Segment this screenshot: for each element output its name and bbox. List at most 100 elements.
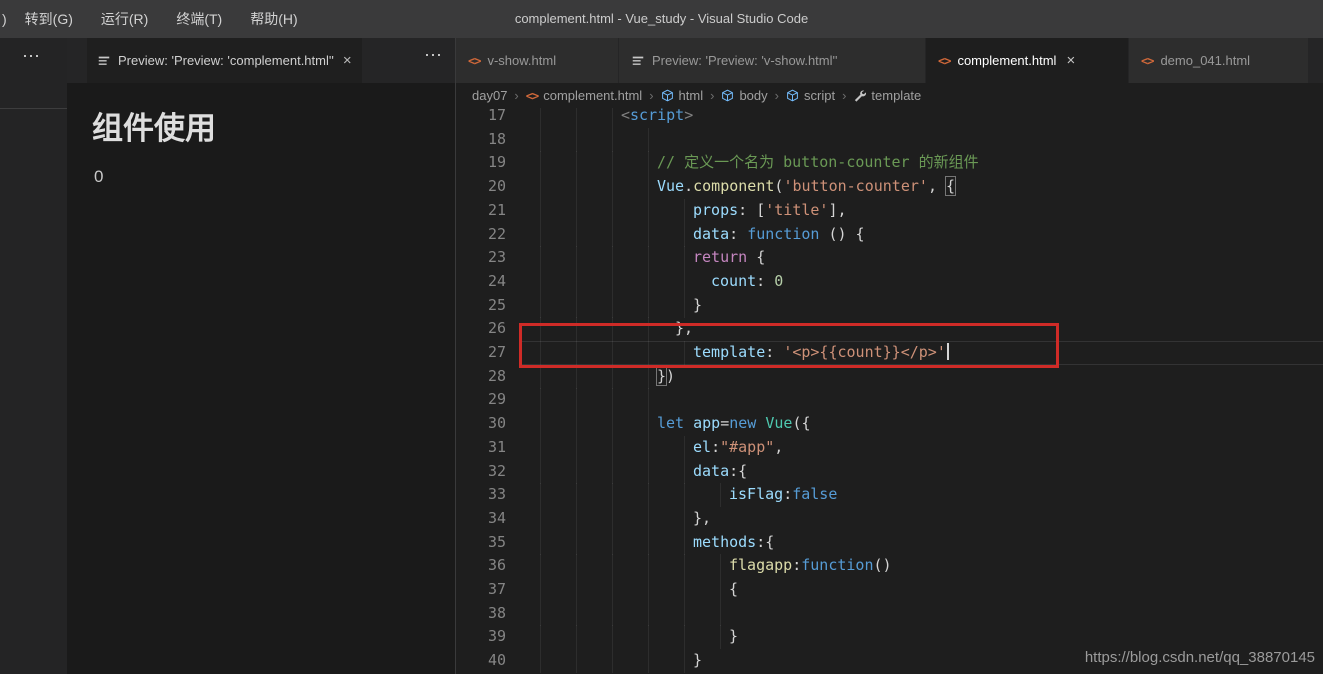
menu-item[interactable]: 转到(G) bbox=[11, 9, 87, 29]
breadcrumb-label: script bbox=[804, 88, 836, 103]
code-line-text: data: function () { bbox=[693, 224, 865, 243]
close-icon[interactable]: × bbox=[1066, 52, 1075, 69]
menu-item[interactable]: 运行(R) bbox=[87, 9, 162, 29]
code-line[interactable]: 29 bbox=[456, 388, 1323, 413]
code-line-text: data:{ bbox=[693, 461, 748, 480]
code-line-text: let app=new Vue({ bbox=[657, 414, 811, 433]
code-line-text: }) bbox=[655, 365, 676, 386]
line-number: 22 bbox=[487, 224, 506, 243]
code-line[interactable]: 22 data: function () { bbox=[456, 222, 1323, 247]
breadcrumb: day07 › <> complement.html › html › body › script… bbox=[456, 83, 1323, 108]
cube-icon bbox=[721, 89, 734, 102]
breadcrumb-label: template bbox=[871, 88, 922, 103]
indent-guide bbox=[648, 388, 649, 413]
line-number: 26 bbox=[487, 319, 506, 338]
code-line-text: props: ['title'], bbox=[693, 200, 847, 219]
left-strip-header: ⋯ bbox=[0, 38, 67, 109]
menu-item[interactable]: 帮助(H) bbox=[236, 9, 311, 29]
cube-icon bbox=[661, 89, 674, 102]
tab-label: v-show.html bbox=[487, 53, 557, 68]
code-line[interactable]: 39} bbox=[456, 625, 1323, 650]
code-line[interactable]: 34}, bbox=[456, 506, 1323, 531]
code-line[interactable]: 21 props: ['title'], bbox=[456, 198, 1323, 223]
code-line[interactable]: 25} bbox=[456, 293, 1323, 318]
annotation-red-box bbox=[519, 323, 1059, 368]
code-line[interactable]: 36 flagapp:function() bbox=[456, 554, 1323, 579]
more-actions-icon[interactable]: ⋯ bbox=[22, 46, 41, 67]
line-number: 34 bbox=[487, 508, 506, 527]
code-line-text: Vue.component('button-counter', { bbox=[657, 176, 957, 197]
code-line[interactable]: 23 return { bbox=[456, 246, 1323, 271]
code-line-text: // 定义一个名为 button-counter 的新组件 bbox=[657, 153, 979, 172]
code-icon: <> bbox=[468, 53, 481, 68]
preview-editor-group: Preview: 'Preview: 'complement.html'' × … bbox=[67, 38, 455, 674]
indent-guide bbox=[612, 601, 613, 626]
tab-complement-html[interactable]: <> complement.html × bbox=[926, 38, 1129, 83]
code-line[interactable]: 32 data:{ bbox=[456, 459, 1323, 484]
menu-item-fragment[interactable]: ) bbox=[0, 11, 11, 27]
indent-guide bbox=[612, 388, 613, 413]
preview-count-value: 0 bbox=[94, 167, 104, 186]
editor-tab-bar: <> v-show.html Preview: 'Preview: 'v-show.… bbox=[456, 38, 1323, 83]
breadcrumb-item-day07[interactable]: day07 bbox=[472, 88, 507, 103]
breadcrumb-item-script[interactable]: script bbox=[786, 88, 835, 103]
code-icon: <> bbox=[525, 88, 539, 103]
code-line[interactable]: 18 bbox=[456, 127, 1323, 152]
line-number: 38 bbox=[487, 603, 506, 622]
code-line-text: } bbox=[729, 627, 739, 646]
more-actions-icon[interactable]: ⋯ bbox=[424, 45, 443, 66]
line-number: 21 bbox=[487, 200, 506, 219]
code-line[interactable]: 35 methods:{ bbox=[456, 530, 1323, 555]
code-line[interactable]: 33 isFlag:false bbox=[456, 483, 1323, 508]
cube-icon bbox=[786, 89, 799, 102]
left-editor-strip: ⋯ bbox=[0, 38, 67, 674]
line-number: 23 bbox=[487, 248, 506, 267]
breadcrumb-separator: › bbox=[649, 88, 654, 103]
menu-item[interactable]: 终端(T) bbox=[162, 9, 236, 29]
line-number: 37 bbox=[487, 580, 506, 598]
breadcrumb-item-complement-html[interactable]: <> complement.html bbox=[526, 88, 642, 103]
line-number: 35 bbox=[487, 532, 506, 551]
tab-preview-preview-v-show-html-[interactable]: Preview: 'Preview: 'v-show.html'' bbox=[619, 38, 926, 83]
line-number: 19 bbox=[487, 153, 506, 172]
code-editor[interactable]: 17 <script> 18 19 // 定义一个名为 button-counter 的… bbox=[456, 108, 1323, 674]
line-number: 17 bbox=[487, 108, 506, 124]
code-line[interactable]: 30 let app=new Vue({ bbox=[456, 412, 1323, 437]
breadcrumb-item-html[interactable]: html bbox=[661, 88, 703, 103]
code-line[interactable]: 17 <script> bbox=[456, 108, 1323, 128]
title-bar: ) 转到(G) 运行(R) 终端(T) 帮助(H) complement.html -… bbox=[0, 0, 1323, 38]
breadcrumb-item-body[interactable]: body bbox=[721, 88, 768, 103]
breadcrumb-separator: › bbox=[774, 88, 779, 103]
code-line-text: <script> bbox=[621, 108, 694, 124]
code-line[interactable]: 31 el:"#app", bbox=[456, 435, 1323, 460]
line-number: 27 bbox=[487, 343, 506, 361]
tab-preview-complement[interactable]: Preview: 'Preview: 'complement.html'' × bbox=[87, 38, 362, 83]
code-line[interactable]: 24 count: 0 bbox=[456, 269, 1323, 294]
code-line[interactable]: 20 Vue.component('button-counter', { bbox=[456, 175, 1323, 200]
code-line[interactable]: 19 // 定义一个名为 button-counter 的新组件 bbox=[456, 151, 1323, 176]
close-icon[interactable]: × bbox=[343, 52, 352, 69]
preview-icon bbox=[631, 54, 645, 68]
tab-label: complement.html bbox=[957, 53, 1057, 68]
code-line-text: { bbox=[729, 580, 739, 598]
tab-demo-041-html[interactable]: <> demo_041.html bbox=[1129, 38, 1309, 83]
indent-guide bbox=[576, 388, 577, 413]
code-line[interactable]: 38 bbox=[456, 601, 1323, 626]
tab-label: demo_041.html bbox=[1160, 53, 1251, 68]
indent-guide bbox=[540, 127, 541, 152]
indent-guide bbox=[540, 388, 541, 413]
code-line-text: flagapp:function() bbox=[729, 556, 892, 575]
code-line-text: methods:{ bbox=[693, 532, 775, 551]
code-line[interactable]: 28}) bbox=[456, 364, 1323, 389]
breadcrumb-label: complement.html bbox=[543, 88, 643, 103]
line-number: 33 bbox=[487, 485, 506, 504]
tab-v-show-html[interactable]: <> v-show.html bbox=[456, 38, 619, 83]
indent-guide bbox=[720, 601, 721, 626]
line-number: 28 bbox=[487, 366, 506, 385]
code-icon: <> bbox=[1141, 53, 1154, 68]
code-line[interactable]: 37 { bbox=[456, 578, 1323, 602]
preview-webview: 组件使用 0 bbox=[67, 83, 455, 674]
tab-label: Preview: 'Preview: 'complement.html'' bbox=[118, 53, 334, 68]
breadcrumb-separator: › bbox=[514, 88, 519, 103]
breadcrumb-item-template[interactable]: template bbox=[853, 88, 921, 103]
